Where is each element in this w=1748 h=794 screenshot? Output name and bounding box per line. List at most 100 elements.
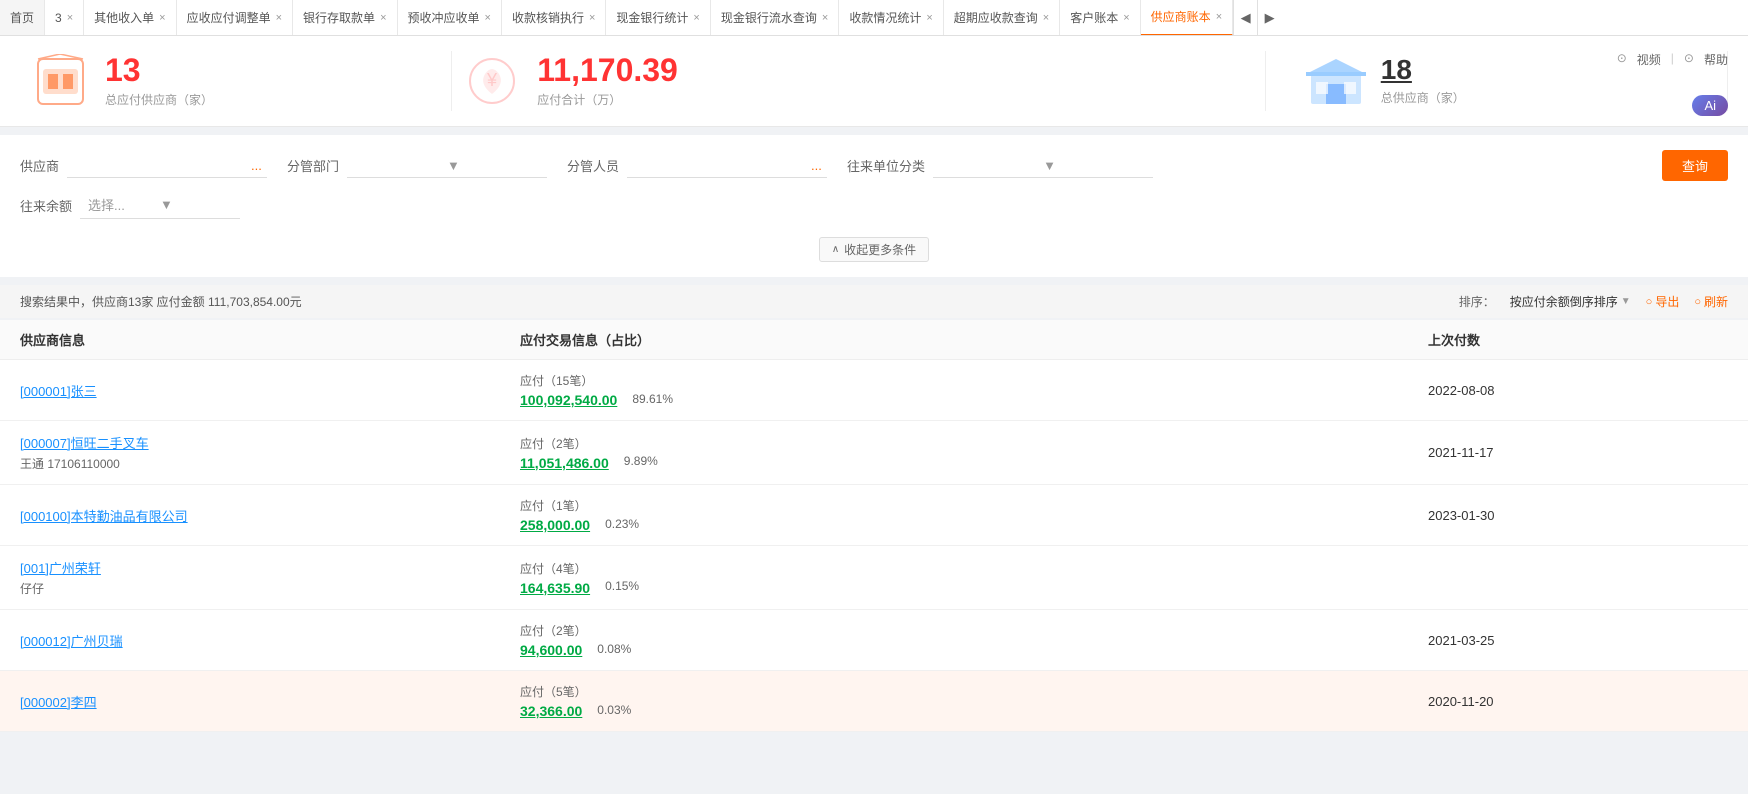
supplier-icon [30, 51, 90, 111]
nav-tab-cash-bank-stat-close[interactable]: × [693, 12, 699, 24]
payable-label-6: 应付（5笔） [520, 683, 1428, 700]
nav-tab-cash-bank-flow[interactable]: 现金银行流水查询 × [711, 0, 839, 36]
sort-value: 按应付余额倒序排序 [1510, 293, 1618, 310]
col-header-lastpay: 上次付数 [1428, 330, 1728, 349]
nav-tab-cash-bank-flow-close[interactable]: × [822, 12, 828, 24]
payable-cell-6: 应付（5笔） 32,366.00 0.03% [520, 683, 1428, 719]
payable-percent-2: 9.89% [624, 454, 658, 468]
header-stats: 13 总应付供应商（家） ¥ 11,170.39 应付合计（万） [0, 36, 1748, 127]
payable-amount-5[interactable]: 94,600.00 [520, 642, 582, 658]
top-navigation: 首页 3 × 其他收入单 × 应收应付调整单 × 银行存取款单 × 预收冲应收单… [0, 0, 1748, 36]
payable-info-5: 应付（2笔） 94,600.00 0.08% [520, 622, 1428, 658]
help-link[interactable]: 帮助 [1704, 51, 1728, 68]
table-row: [000100]本特勤油品有限公司 应付（1笔） 258,000.00 0.23… [0, 485, 1748, 546]
nav-tab-customer-account-close[interactable]: × [1123, 12, 1129, 24]
person-dots-button[interactable]: ... [811, 158, 822, 173]
nav-tab-advance-collect[interactable]: 预收冲应收单 × [398, 0, 502, 36]
supplier-filter-label: 供应商 [20, 156, 59, 175]
nav-tab-3-close[interactable]: × [67, 12, 73, 24]
nav-tab-supplier-account-label: 供应商账本 [1151, 8, 1211, 25]
stat-block-supplier: 13 总应付供应商（家） [20, 51, 452, 111]
nav-tab-bank-deposit-close[interactable]: × [380, 12, 386, 24]
supplier-input[interactable] [75, 158, 251, 173]
nav-tab-supplier-account[interactable]: 供应商账本 × [1141, 0, 1233, 36]
payable-info-4: 应付（4笔） 164,635.90 0.15% [520, 560, 1428, 596]
nav-tab-other-income[interactable]: 其他收入单 × [84, 0, 176, 36]
payable-amount-6[interactable]: 32,366.00 [520, 703, 582, 719]
nav-tab-cash-bank-stat-label: 现金银行统计 [616, 9, 688, 26]
nav-tab-bank-deposit[interactable]: 银行存取款单 × [293, 0, 397, 36]
supplier-dots-button[interactable]: ... [251, 158, 262, 173]
nav-tab-cash-bank-stat[interactable]: 现金银行统计 × [606, 0, 710, 36]
nav-tab-overdue-collect-close[interactable]: × [1043, 12, 1049, 24]
person-input-wrapper: ... [627, 154, 827, 178]
payable-row-6: 32,366.00 0.03% [520, 700, 1428, 719]
nav-tab-collect-stat-close[interactable]: × [926, 12, 932, 24]
nav-tab-home-label: 首页 [10, 9, 34, 26]
refresh-label: 刷新 [1704, 293, 1728, 310]
query-button[interactable]: 查询 [1662, 150, 1728, 181]
payable-percent-3: 0.23% [605, 517, 639, 531]
payable-row-2: 11,051,486.00 9.89% [520, 452, 1428, 471]
payable-amount-2[interactable]: 11,051,486.00 [520, 455, 609, 471]
nav-tab-collect-verify-close[interactable]: × [589, 12, 595, 24]
stat-amount-label: 应付合计（万） [537, 91, 678, 108]
department-select[interactable]: ▼ [347, 154, 547, 178]
header-links: ⊙ 视频 | ⊙ 帮助 [1617, 51, 1728, 68]
table-row: [001]广州荣轩 仔仔 应付（4笔） 164,635.90 0.15% [0, 546, 1748, 610]
results-bar: 搜索结果中，供应商13家 应付金额 111,703,854.00元 排序： 按应… [0, 285, 1748, 318]
supplier-link-2[interactable]: [000007]恒旺二手叉车 [20, 433, 520, 452]
stat-info-amount: 11,170.39 应付合计（万） [537, 54, 678, 108]
stat-total-number: 18 [1381, 56, 1465, 84]
supplier-cell-5: [000012]广州贝瑞 [20, 631, 520, 650]
nav-tab-collect-stat-label: 收款情况统计 [849, 9, 921, 26]
nav-tab-ap-adjustment[interactable]: 应收应付调整单 × [177, 0, 293, 36]
nav-tab-customer-account[interactable]: 客户账本 × [1060, 0, 1140, 36]
nav-next-button[interactable]: ▶ [1257, 0, 1281, 36]
payable-amount-3[interactable]: 258,000.00 [520, 517, 590, 533]
supplier-contact-2: 王通 17106110000 [20, 455, 520, 472]
payable-info-2: 应付（2笔） 11,051,486.00 9.89% [520, 435, 1428, 471]
export-button[interactable]: ○ 导出 [1646, 293, 1680, 310]
supplier-link-4[interactable]: [001]广州荣轩 [20, 558, 520, 577]
stat-supplier-label: 总应付供应商（家） [105, 91, 213, 108]
refresh-button[interactable]: ○ 刷新 [1694, 293, 1728, 310]
payable-percent-5: 0.08% [597, 642, 631, 656]
col-header-payable: 应付交易信息（占比） [520, 330, 1428, 349]
nav-tab-supplier-account-close[interactable]: × [1216, 11, 1222, 23]
nav-tab-3[interactable]: 3 × [45, 0, 84, 36]
supplier-link-6[interactable]: [000002]李四 [20, 692, 520, 711]
nav-tab-other-income-close[interactable]: × [159, 12, 165, 24]
stat-amount-number: 11,170.39 [537, 54, 678, 86]
payable-info-1: 应付（15笔） 100,092,540.00 89.61% [520, 372, 1428, 408]
supplier-link-1[interactable]: [000001]张三 [20, 381, 520, 400]
video-link[interactable]: 视频 [1637, 51, 1661, 68]
person-input[interactable] [635, 158, 811, 173]
nav-tab-ap-adjustment-close[interactable]: × [276, 12, 282, 24]
supplier-cell-1: [000001]张三 [20, 381, 520, 400]
nav-tab-collect-verify[interactable]: 收款核销执行 × [502, 0, 606, 36]
supplier-contact-4: 仔仔 [20, 580, 520, 597]
ai-button[interactable]: Ai [1692, 95, 1728, 116]
collapse-button[interactable]: ∧ 收起更多条件 [819, 237, 929, 262]
payable-amount-1[interactable]: 100,092,540.00 [520, 392, 617, 408]
nav-tab-home[interactable]: 首页 [0, 0, 45, 36]
department-chevron-icon: ▼ [447, 158, 539, 173]
nav-tab-other-income-label: 其他收入单 [94, 9, 154, 26]
sort-select[interactable]: 按应付余额倒序排序 ▼ [1510, 293, 1631, 310]
payable-amount-4[interactable]: 164,635.90 [520, 580, 590, 596]
supplier-link-5[interactable]: [000012]广州贝瑞 [20, 631, 520, 650]
supplier-link-3[interactable]: [000100]本特勤油品有限公司 [20, 506, 520, 525]
category-select[interactable]: ▼ [933, 154, 1153, 178]
nav-tab-collect-stat[interactable]: 收款情况统计 × [839, 0, 943, 36]
payable-cell-3: 应付（1笔） 258,000.00 0.23% [520, 497, 1428, 533]
nav-tab-advance-collect-close[interactable]: × [485, 12, 491, 24]
payable-cell-5: 应付（2笔） 94,600.00 0.08% [520, 622, 1428, 658]
table-row: [000012]广州贝瑞 应付（2笔） 94,600.00 0.08% 2021… [0, 610, 1748, 671]
filter-row-1: 供应商 ... 分管部门 ▼ 分管人员 ... 往来单位分类 [20, 150, 1728, 181]
balance-select[interactable]: 选择... ▼ [80, 191, 240, 219]
nav-tab-overdue-collect[interactable]: 超期应收款查询 × [944, 0, 1060, 36]
filter-person: 分管人员 ... [567, 154, 827, 178]
last-payment-3: 2023-01-30 [1428, 508, 1728, 523]
nav-prev-button[interactable]: ◀ [1233, 0, 1257, 36]
